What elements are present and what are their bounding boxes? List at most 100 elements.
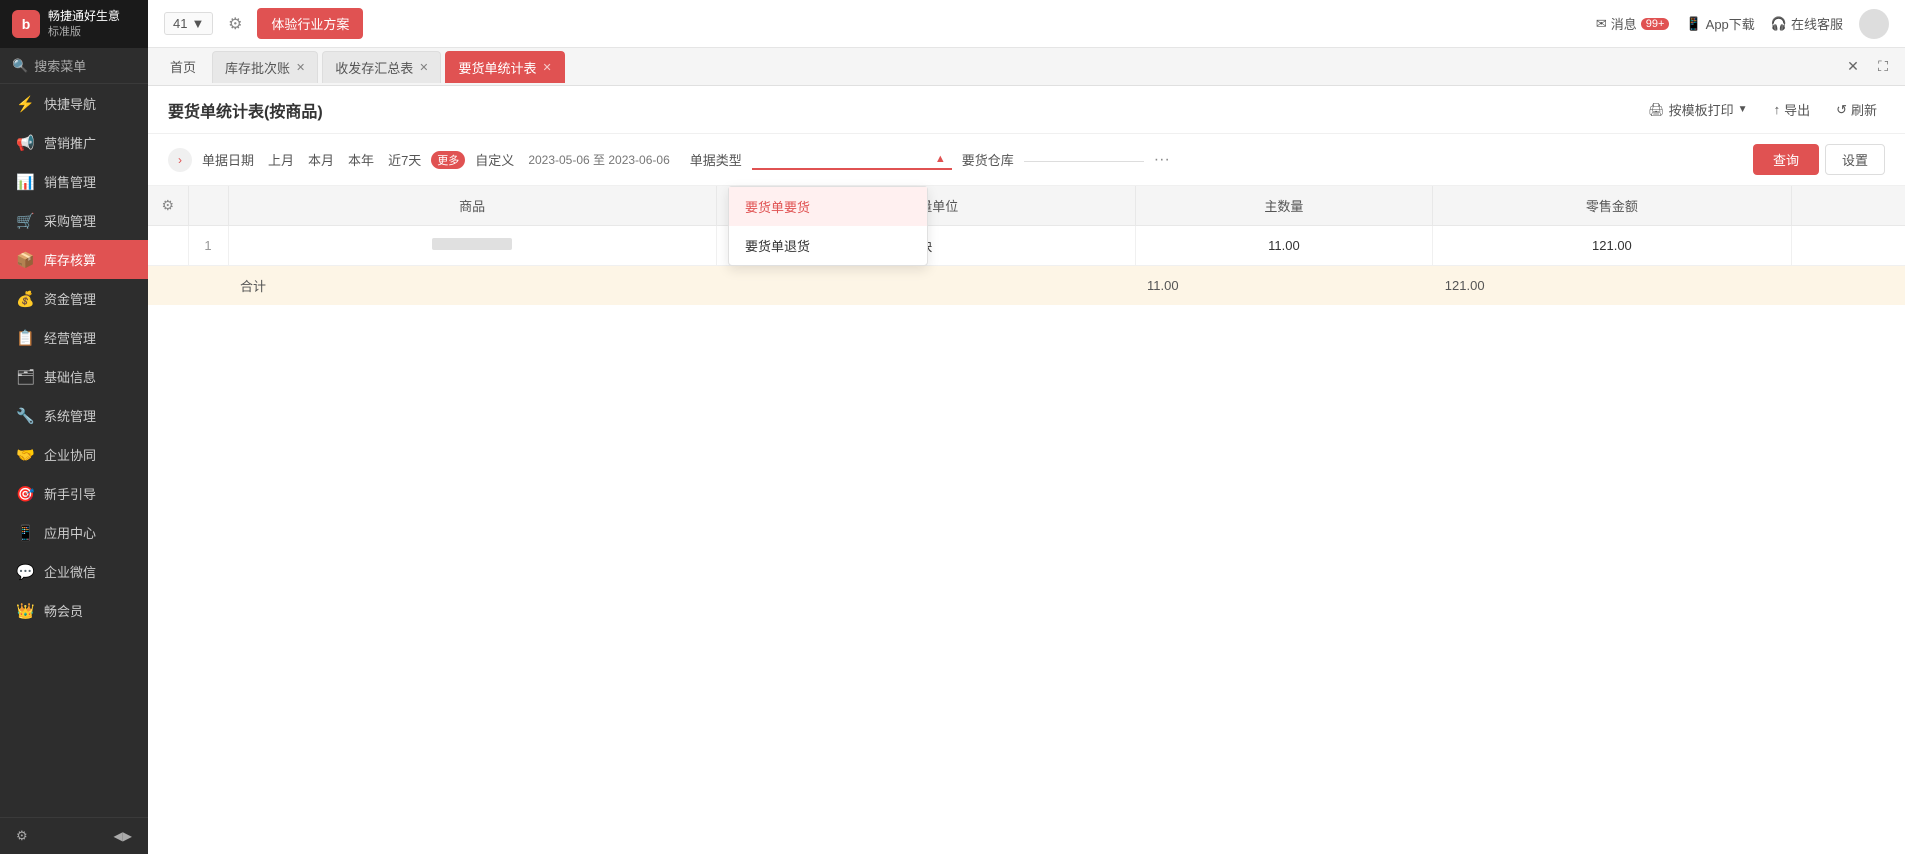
service-icon: 🎧 xyxy=(1771,16,1787,32)
filter-actions: 查询 设置 xyxy=(1753,144,1885,175)
app-center-icon: 📱 xyxy=(16,524,34,542)
print-icon: 🖨 xyxy=(1648,102,1665,118)
filter-settings-btn[interactable]: 设置 xyxy=(1825,144,1885,175)
date-shortcut-custom[interactable]: 自定义 xyxy=(471,148,518,171)
tabbar-controls: ✕ ⛶ xyxy=(1841,55,1895,79)
tab-order-stat[interactable]: 要货单统计表 ✕ xyxy=(445,51,564,83)
sidebar-item-wechat[interactable]: 💬 企业微信 xyxy=(0,552,148,591)
sidebar-item-app-center[interactable]: 📱 应用中心 xyxy=(0,513,148,552)
tab-summary-close[interactable]: ✕ xyxy=(419,61,428,74)
sidebar-item-marketing[interactable]: 📢 营销推广 xyxy=(0,123,148,162)
enterprise-icon: 🤝 xyxy=(16,446,34,464)
sidebar-item-sales[interactable]: 📊 销售管理 xyxy=(0,162,148,201)
main-content: 41 ▼ ⚙ 体验行业方案 ✉ 消息 99+ 📱 App下载 🎧 在线客服 xyxy=(148,0,1905,854)
online-service-btn[interactable]: 🎧 在线客服 xyxy=(1771,14,1843,33)
sidebar-nav: ⚡ 快捷导航 📢 营销推广 📊 销售管理 🛒 采购管理 📦 库存核算 💰 资金管… xyxy=(0,84,148,817)
page-title: 要货单统计表(按商品) xyxy=(168,98,323,122)
wechat-icon: 💬 xyxy=(16,563,34,581)
page-actions: 🖨 按模板打印 ▼ ↑ 导出 ↺ 刷新 xyxy=(1640,96,1885,123)
sidebar-footer: ⚙ ◀▶ xyxy=(0,817,148,854)
date-shortcut-more[interactable]: 更多 xyxy=(431,151,465,169)
warehouse-label: 要货仓库 xyxy=(962,150,1014,169)
user-avatar[interactable] xyxy=(1859,9,1889,39)
sidebar-item-guide[interactable]: 🎯 新手引导 xyxy=(0,474,148,513)
row-main-qty: 11.00 xyxy=(1135,226,1433,266)
filter-bar: › 单据日期 上月 本月 本年 近7天 更多 自定义 2023-05-06 至 … xyxy=(148,134,1905,186)
sidebar-collapse-btn[interactable]: ◀▶ xyxy=(114,829,132,843)
date-shortcut-this-year[interactable]: 本年 xyxy=(344,148,378,171)
sidebar: b 畅捷通好生意 标准版 🔍 搜索菜单 ⚡ 快捷导航 📢 营销推广 📊 销售管理… xyxy=(0,0,148,854)
sidebar-item-system[interactable]: 🔧 系统管理 xyxy=(0,396,148,435)
sidebar-item-enterprise[interactable]: 🤝 企业协同 xyxy=(0,435,148,474)
refresh-btn[interactable]: ↺ 刷新 xyxy=(1828,96,1885,123)
tab-batch[interactable]: 库存批次账 ✕ xyxy=(212,51,318,83)
search-icon: 🔍 xyxy=(12,58,28,74)
print-btn[interactable]: 🖨 按模板打印 ▼ xyxy=(1640,96,1755,123)
topbar-left: 41 ▼ ⚙ 体验行业方案 xyxy=(164,8,1584,39)
date-shortcut-this-month[interactable]: 本月 xyxy=(304,148,338,171)
tab-close-all-btn[interactable]: ✕ xyxy=(1841,55,1865,79)
tab-order-stat-close[interactable]: ✕ xyxy=(543,61,552,74)
sidebar-settings-icon[interactable]: ⚙ xyxy=(16,828,28,844)
tab-maximize-btn[interactable]: ⛶ xyxy=(1871,55,1895,79)
app-download-btn[interactable]: 📱 App下载 xyxy=(1685,14,1754,33)
doc-type-select[interactable]: ▲ xyxy=(752,149,952,170)
app-icon: 📱 xyxy=(1685,16,1701,32)
operations-icon: 📋 xyxy=(16,329,34,347)
doc-type-input[interactable] xyxy=(758,151,935,166)
page-header: 要货单统计表(按商品) 🖨 按模板打印 ▼ ↑ 导出 ↺ 刷新 xyxy=(148,86,1905,134)
company-dropdown-icon: ▼ xyxy=(191,16,204,31)
sidebar-item-operations[interactable]: 📋 经营管理 xyxy=(0,318,148,357)
inventory-icon: 📦 xyxy=(16,251,34,269)
export-icon: ↑ xyxy=(1774,102,1781,117)
table-row: 1 块 11.00 121.00 xyxy=(148,226,1905,266)
footer-label: 合计 xyxy=(228,266,716,306)
sidebar-item-base-info[interactable]: 🗂 基础信息 xyxy=(0,357,148,396)
sidebar-item-finance[interactable]: 💰 资金管理 xyxy=(0,279,148,318)
finance-icon: 💰 xyxy=(16,290,34,308)
col-product-header: 商品 xyxy=(228,186,716,226)
messages-btn[interactable]: ✉ 消息 99+ xyxy=(1596,14,1670,33)
topbar: 41 ▼ ⚙ 体验行业方案 ✉ 消息 99+ 📱 App下载 🎧 在线客服 xyxy=(148,0,1905,48)
refresh-icon: ↺ xyxy=(1836,102,1847,118)
topbar-settings-btn[interactable]: ⚙ xyxy=(221,10,249,38)
tab-summary[interactable]: 收发存汇总表 ✕ xyxy=(322,51,441,83)
table-wrapper: ⚙ 商品 主计量单位 主数量 零售金额 1 xyxy=(148,186,1905,305)
sidebar-item-inventory[interactable]: 📦 库存核算 xyxy=(0,240,148,279)
app-logo: b 畅捷通好生意 标准版 xyxy=(0,0,148,48)
base-info-icon: 🗂 xyxy=(16,368,34,386)
sidebar-item-purchase[interactable]: 🛒 采购管理 xyxy=(0,201,148,240)
date-shortcut-7days[interactable]: 近7天 xyxy=(384,148,425,171)
doc-type-label: 单据类型 xyxy=(690,150,742,169)
settings-icon: ⚙ xyxy=(228,14,242,34)
filter-expand-btn[interactable]: › xyxy=(168,148,192,172)
query-btn[interactable]: 查询 xyxy=(1753,144,1819,175)
sidebar-item-vip[interactable]: 👑 畅会员 xyxy=(0,591,148,630)
search-menu[interactable]: 🔍 搜索菜单 xyxy=(0,48,148,84)
dropdown-item-order-return[interactable]: 要货单退货 xyxy=(729,226,927,265)
tab-batch-close[interactable]: ✕ xyxy=(296,61,305,74)
row-checkbox[interactable] xyxy=(148,226,188,266)
date-shortcut-last-month[interactable]: 上月 xyxy=(264,148,298,171)
col-settings[interactable]: ⚙ xyxy=(148,186,188,226)
industry-btn[interactable]: 体验行业方案 xyxy=(257,8,363,39)
date-shortcuts: 上月 本月 本年 近7天 更多 自定义 xyxy=(264,148,518,171)
sidebar-item-quick-nav[interactable]: ⚡ 快捷导航 xyxy=(0,84,148,123)
dropdown-item-order-incoming[interactable]: 要货单要货 xyxy=(729,187,927,226)
marketing-icon: 📢 xyxy=(16,134,34,152)
page-content: 要货单统计表(按商品) 🖨 按模板打印 ▼ ↑ 导出 ↺ 刷新 › xyxy=(148,86,1905,854)
date-range-display: 2023-05-06 至 2023-06-06 xyxy=(528,151,669,168)
tabbar: 首页 库存批次账 ✕ 收发存汇总表 ✕ 要货单统计表 ✕ ✕ ⛶ xyxy=(148,48,1905,86)
tab-home[interactable]: 首页 xyxy=(158,51,208,83)
message-icon: ✉ xyxy=(1596,16,1607,32)
row-num: 1 xyxy=(188,226,228,266)
company-selector[interactable]: 41 ▼ xyxy=(164,12,213,35)
date-filter-label: 单据日期 xyxy=(202,150,254,169)
export-btn[interactable]: ↑ 导出 xyxy=(1766,96,1819,123)
warehouse-more-btn[interactable]: ··· xyxy=(1154,151,1170,169)
app-name: 畅捷通好生意 标准版 xyxy=(48,9,120,39)
warehouse-select[interactable] xyxy=(1024,157,1144,162)
col-settings-icon[interactable]: ⚙ xyxy=(161,197,174,213)
footer-retail-amount: 121.00 xyxy=(1433,266,1791,306)
data-table: ⚙ 商品 主计量单位 主数量 零售金额 1 xyxy=(148,186,1905,305)
